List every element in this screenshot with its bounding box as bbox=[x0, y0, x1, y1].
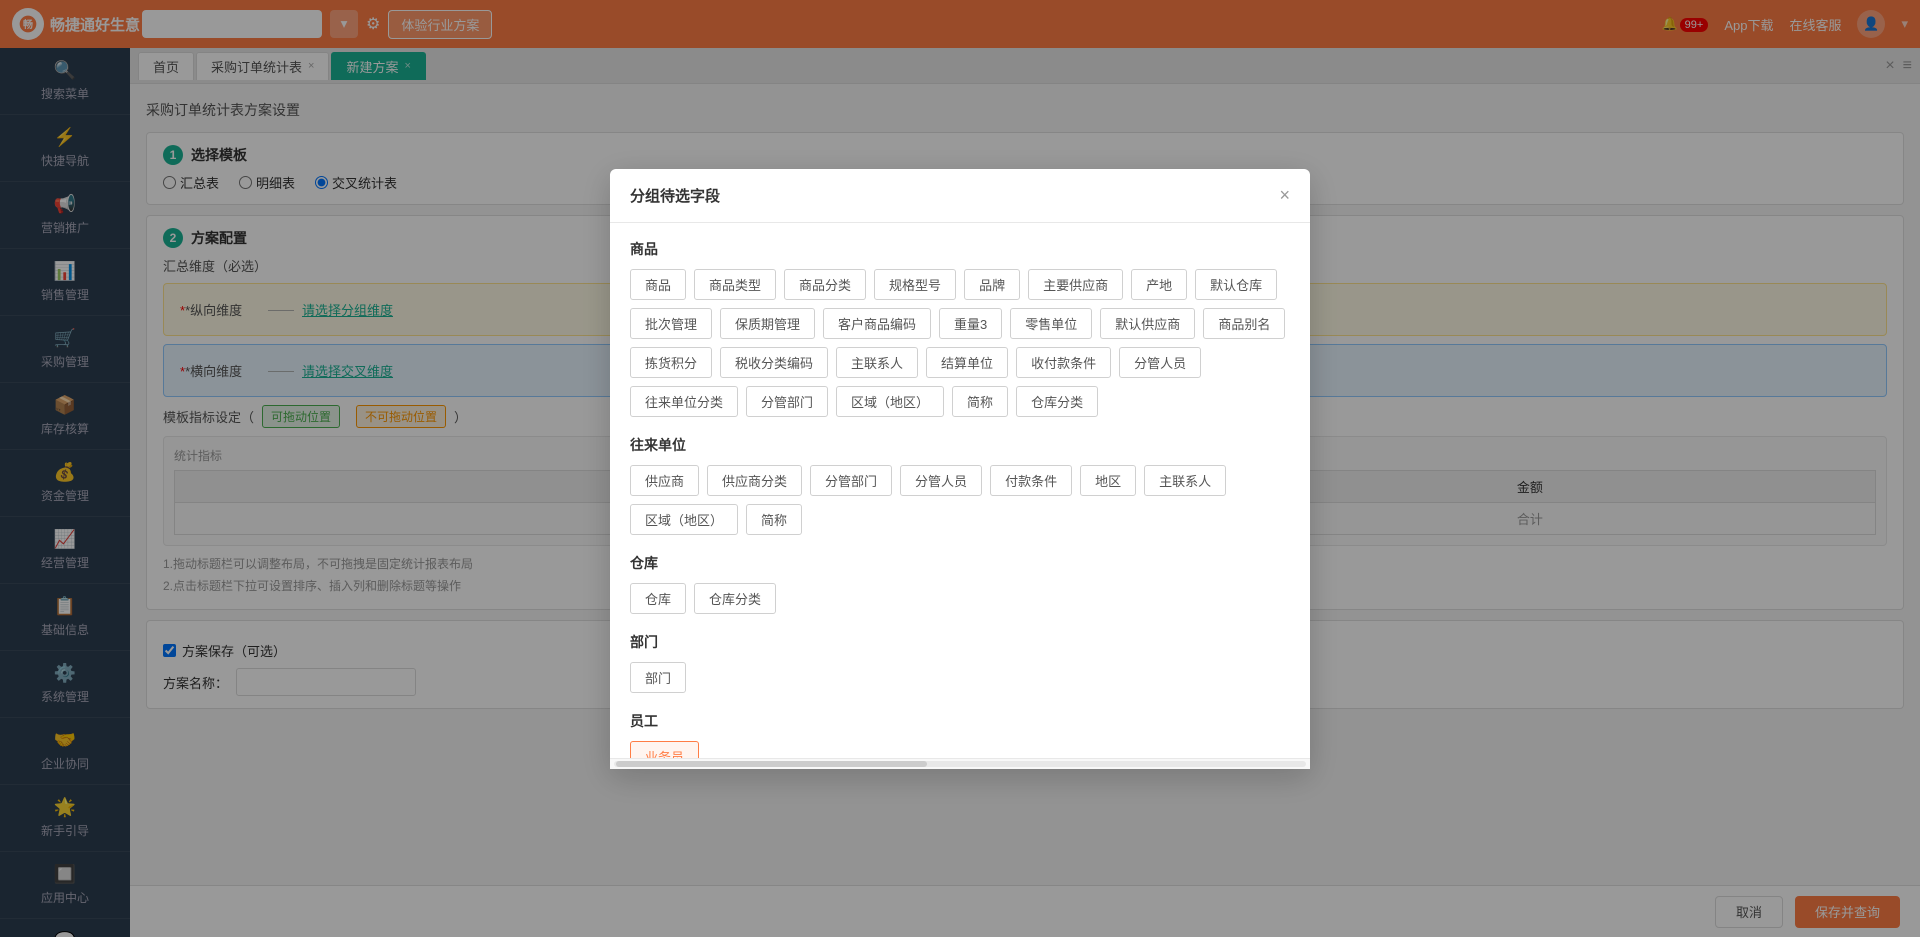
field-group-product: 商品 商品 商品类型 商品分类 规格型号 品牌 主要供应商 产地 默认仓库 批次… bbox=[630, 239, 1290, 417]
field-tag-mgmt-dept2[interactable]: 分管部门 bbox=[810, 465, 892, 496]
modal-overlay[interactable]: 分组待选字段 × 商品 商品 商品类型 商品分类 规格型号 品牌 主要供应商 产… bbox=[0, 0, 1920, 937]
field-tag-product-type[interactable]: 商品类型 bbox=[694, 269, 776, 300]
field-tag-warehouse-category[interactable]: 仓库分类 bbox=[1016, 386, 1098, 417]
field-tag-default-warehouse[interactable]: 默认仓库 bbox=[1195, 269, 1277, 300]
field-tag-mgmt-staff2[interactable]: 分管人员 bbox=[900, 465, 982, 496]
field-group-employee: 员工 业务员 bbox=[630, 711, 1290, 758]
field-tag-weight3[interactable]: 重量3 bbox=[939, 308, 1002, 339]
field-tag-product-alias[interactable]: 商品别名 bbox=[1203, 308, 1285, 339]
field-tag-product-category[interactable]: 商品分类 bbox=[784, 269, 866, 300]
modal-hscrollbar[interactable] bbox=[610, 758, 1310, 769]
field-tag-payment-terms[interactable]: 收付款条件 bbox=[1016, 347, 1111, 378]
field-tags-product: 商品 商品类型 商品分类 规格型号 品牌 主要供应商 产地 默认仓库 批次管理 … bbox=[630, 269, 1290, 417]
modal-body: 商品 商品 商品类型 商品分类 规格型号 品牌 主要供应商 产地 默认仓库 批次… bbox=[610, 223, 1310, 758]
field-tag-default-supplier[interactable]: 默认供应商 bbox=[1100, 308, 1195, 339]
modal-hscroll-thumb[interactable] bbox=[616, 761, 927, 767]
field-group-counterparty: 往来单位 供应商 供应商分类 分管部门 分管人员 付款条件 地区 主联系人 区域… bbox=[630, 435, 1290, 535]
field-group-department-title: 部门 bbox=[630, 632, 1290, 652]
field-tags-counterparty: 供应商 供应商分类 分管部门 分管人员 付款条件 地区 主联系人 区域（地区） … bbox=[630, 465, 1290, 535]
field-group-department: 部门 部门 bbox=[630, 632, 1290, 693]
field-tag-mgmt-dept[interactable]: 分管部门 bbox=[746, 386, 828, 417]
field-tag-retail-unit[interactable]: 零售单位 bbox=[1010, 308, 1092, 339]
field-tag-salesperson[interactable]: 业务员 bbox=[630, 741, 699, 758]
modal-hscroll-track bbox=[614, 761, 1306, 767]
modal-header: 分组待选字段 × bbox=[610, 169, 1310, 223]
field-tag-region[interactable]: 区域（地区） bbox=[836, 386, 944, 417]
field-tag-warehouse-cat[interactable]: 仓库分类 bbox=[694, 583, 776, 614]
field-tag-pick-points[interactable]: 拣货积分 bbox=[630, 347, 712, 378]
field-tag-product[interactable]: 商品 bbox=[630, 269, 686, 300]
field-tag-supplier[interactable]: 供应商 bbox=[630, 465, 699, 496]
field-tag-brand[interactable]: 品牌 bbox=[964, 269, 1020, 300]
field-tag-expiry-mgmt[interactable]: 保质期管理 bbox=[720, 308, 815, 339]
field-tag-batch-mgmt[interactable]: 批次管理 bbox=[630, 308, 712, 339]
field-tag-manager[interactable]: 分管人员 bbox=[1119, 347, 1201, 378]
field-tag-warehouse[interactable]: 仓库 bbox=[630, 583, 686, 614]
field-tags-warehouse: 仓库 仓库分类 bbox=[630, 583, 1290, 614]
field-tag-tax-code[interactable]: 税收分类编码 bbox=[720, 347, 828, 378]
field-tags-department: 部门 bbox=[630, 662, 1290, 693]
field-group-warehouse: 仓库 仓库 仓库分类 bbox=[630, 553, 1290, 614]
field-group-product-title: 商品 bbox=[630, 239, 1290, 259]
field-tag-payment-terms2[interactable]: 付款条件 bbox=[990, 465, 1072, 496]
field-tag-region2[interactable]: 地区 bbox=[1080, 465, 1136, 496]
field-tag-main-contact2[interactable]: 主联系人 bbox=[1144, 465, 1226, 496]
field-tag-main-supplier[interactable]: 主要供应商 bbox=[1028, 269, 1123, 300]
modal-close-button[interactable]: × bbox=[1279, 186, 1290, 204]
field-tag-short-name[interactable]: 简称 bbox=[952, 386, 1008, 417]
field-tags-employee: 业务员 bbox=[630, 741, 1290, 758]
field-tag-origin[interactable]: 产地 bbox=[1131, 269, 1187, 300]
field-tag-dept[interactable]: 部门 bbox=[630, 662, 686, 693]
field-tag-supplier-category[interactable]: 供应商分类 bbox=[707, 465, 802, 496]
field-tag-settle-unit[interactable]: 结算单位 bbox=[926, 347, 1008, 378]
field-tag-region-area[interactable]: 区域（地区） bbox=[630, 504, 738, 535]
field-tag-customer-code[interactable]: 客户商品编码 bbox=[823, 308, 931, 339]
field-group-employee-title: 员工 bbox=[630, 711, 1290, 731]
modal-title: 分组待选字段 bbox=[630, 185, 720, 206]
field-tag-source-unit-category[interactable]: 往来单位分类 bbox=[630, 386, 738, 417]
field-tag-main-contact[interactable]: 主联系人 bbox=[836, 347, 918, 378]
field-tag-spec-type[interactable]: 规格型号 bbox=[874, 269, 956, 300]
field-group-counterparty-title: 往来单位 bbox=[630, 435, 1290, 455]
field-group-warehouse-title: 仓库 bbox=[630, 553, 1290, 573]
field-tag-short-name2[interactable]: 简称 bbox=[746, 504, 802, 535]
modal: 分组待选字段 × 商品 商品 商品类型 商品分类 规格型号 品牌 主要供应商 产… bbox=[610, 169, 1310, 769]
